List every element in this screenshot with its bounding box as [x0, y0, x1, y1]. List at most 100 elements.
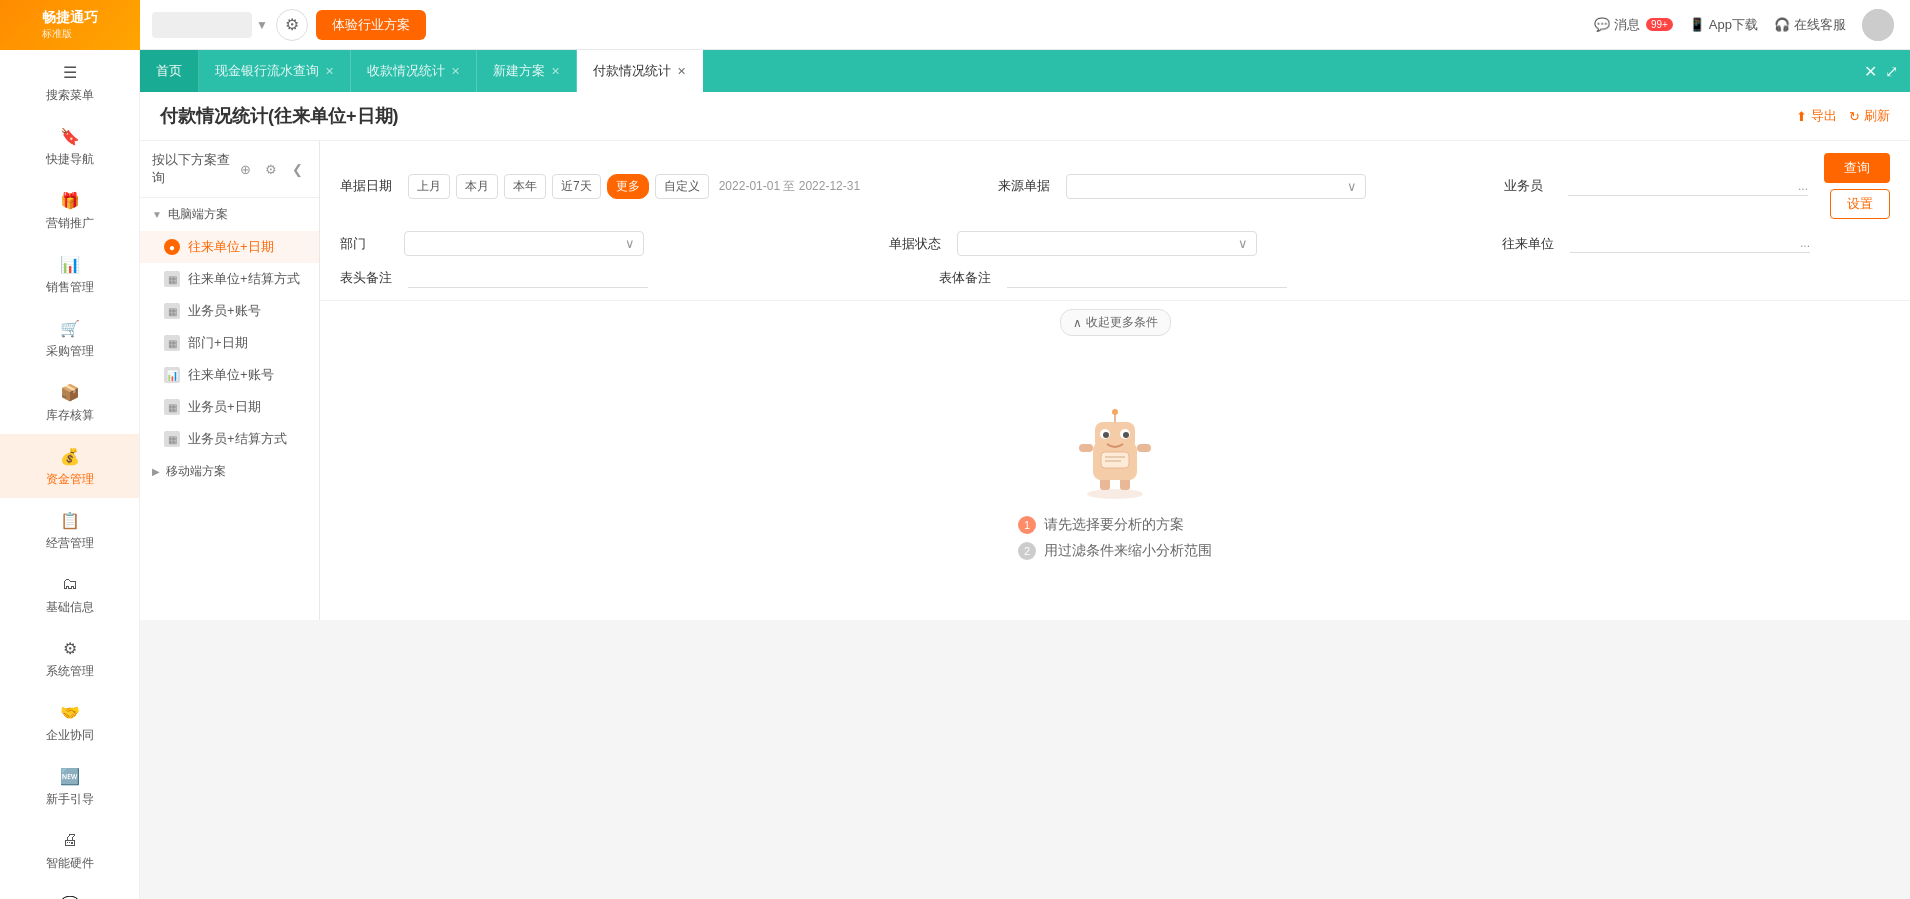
scheme-label-salesperson-account: 业务员+账号: [188, 302, 261, 320]
export-button[interactable]: ⬆ 导出: [1796, 107, 1837, 125]
date-btn-more[interactable]: 更多: [607, 174, 649, 199]
desktop-section-label: 电脑端方案: [168, 206, 228, 223]
sidebar-item-quick-nav[interactable]: 🔖 快捷导航: [0, 114, 139, 178]
panel-header-icons: ⊕ ⚙ ❮: [235, 159, 307, 179]
page-header: 付款情况统计(往来单位+日期) ⬆ 导出 ↻ 刷新: [140, 92, 1910, 141]
scheme-icon-salesperson-settle: ▦: [164, 431, 180, 447]
scheme-item-salesperson-settle[interactable]: ▦ 业务员+结算方式: [140, 423, 319, 455]
sidebar-item-wechat[interactable]: 💬 企业微信: [0, 882, 139, 899]
tab-payments[interactable]: 付款情况统计 ✕: [577, 50, 703, 92]
sidebar-item-capital[interactable]: 💰 资金管理: [0, 434, 139, 498]
source-bill-chevron-icon: ∨: [1347, 179, 1357, 194]
query-button[interactable]: 查询: [1824, 153, 1890, 183]
sidebar-item-inventory[interactable]: 📦 库存核算: [0, 370, 139, 434]
panel-add-button[interactable]: ⊕: [235, 159, 255, 179]
marketing-icon: 🎁: [58, 188, 82, 212]
bill-status-select[interactable]: ∨: [957, 231, 1257, 256]
dept-chevron-icon: ∨: [625, 236, 635, 251]
try-industry-button[interactable]: 体验行业方案: [316, 10, 426, 40]
counter-unit-input-area: ...: [1570, 234, 1810, 253]
desktop-section-header[interactable]: ▼ 电脑端方案: [140, 198, 319, 231]
tab-new-scheme-close-icon[interactable]: ✕: [551, 65, 560, 78]
sidebar-item-system[interactable]: ⚙ 系统管理: [0, 626, 139, 690]
workspace-selector[interactable]: ▼: [152, 12, 268, 38]
empty-state: 1 请先选择要分析的方案 2 用过滤条件来缩小分析范围: [320, 344, 1910, 620]
sidebar-item-label-system: 系统管理: [46, 663, 94, 680]
sidebar-item-basic-info[interactable]: 🗂 基础信息: [0, 562, 139, 626]
panel-settings-button[interactable]: ⚙: [261, 159, 281, 179]
salesperson-input-area: ...: [1568, 177, 1808, 196]
scheme-icon-salesperson-account: ▦: [164, 303, 180, 319]
collapse-bar: ∧ 收起更多条件: [320, 300, 1910, 344]
tab-bank[interactable]: 现金银行流水查询 ✕: [199, 50, 351, 92]
main-content: 首页 现金银行流水查询 ✕ 收款情况统计 ✕ 新建方案 ✕ 付款情况统计 ✕ ✕…: [140, 50, 1910, 899]
tab-home[interactable]: 首页: [140, 50, 199, 92]
tab-bank-close-icon[interactable]: ✕: [325, 65, 334, 78]
guide-icon: 🆕: [58, 764, 82, 788]
tab-new-scheme[interactable]: 新建方案 ✕: [477, 50, 577, 92]
date-btn-last-month[interactable]: 上月: [408, 174, 450, 199]
scheme-item-dept-date[interactable]: ▦ 部门+日期: [140, 327, 319, 359]
panel-collapse-button[interactable]: ❮: [287, 159, 307, 179]
download-icon: 📱: [1689, 17, 1705, 32]
date-btn-custom[interactable]: 自定义: [655, 174, 709, 199]
collapse-button[interactable]: ∧ 收起更多条件: [1060, 309, 1171, 336]
sidebar-item-search-menu[interactable]: ☰ 搜索菜单: [0, 50, 139, 114]
mobile-section-header[interactable]: ▶ 移动端方案: [140, 455, 319, 488]
user-avatar[interactable]: [1862, 9, 1894, 41]
tab-receipts-label: 收款情况统计: [367, 62, 445, 80]
table-body-remark-label: 表体备注: [939, 269, 991, 287]
date-btn-this-year[interactable]: 本年: [504, 174, 546, 199]
table-body-remark-input[interactable]: [1007, 268, 1287, 288]
salesperson-dots[interactable]: ...: [1798, 179, 1808, 193]
sidebar-item-purchase[interactable]: 🛒 采购管理: [0, 306, 139, 370]
top-middle: ▼ ⚙ 体验行业方案: [140, 9, 1594, 41]
sidebar-item-marketing[interactable]: 🎁 营销推广: [0, 178, 139, 242]
counter-unit-dots[interactable]: ...: [1800, 236, 1810, 250]
tab-receipts[interactable]: 收款情况统计 ✕: [351, 50, 477, 92]
bill-status-label: 单据状态: [889, 235, 941, 253]
top-right-actions: 💬 消息 99+ 📱 App下载 🎧 在线客服: [1594, 9, 1910, 41]
scheme-label-salesperson-settle: 业务员+结算方式: [188, 430, 287, 448]
collapse-label: 收起更多条件: [1086, 314, 1158, 331]
source-bill-select[interactable]: ∨: [1066, 174, 1366, 199]
tab-fullscreen-icon[interactable]: ⤢: [1885, 62, 1898, 81]
sidebar-item-guide[interactable]: 🆕 新手引导: [0, 754, 139, 818]
desktop-section-arrow-icon: ▼: [152, 209, 162, 220]
tab-close-all-icon[interactable]: ✕: [1864, 62, 1877, 81]
date-btn-this-month[interactable]: 本月: [456, 174, 498, 199]
filter-row-3: 表头备注 表体备注: [340, 268, 1890, 288]
tip-num-2: 2: [1018, 542, 1036, 560]
dept-select[interactable]: ∨: [404, 231, 644, 256]
refresh-icon: ↻: [1849, 109, 1860, 124]
purchase-icon: 🛒: [58, 316, 82, 340]
quick-nav-icon: 🔖: [58, 124, 82, 148]
workspace-name: [152, 12, 252, 38]
refresh-button[interactable]: ↻ 刷新: [1849, 107, 1890, 125]
message-button[interactable]: 💬 消息 99+: [1594, 16, 1673, 34]
scheme-item-salesperson-date[interactable]: ▦ 业务员+日期: [140, 391, 319, 423]
date-btn-last-7days[interactable]: 近7天: [552, 174, 601, 199]
sidebar-item-enterprise[interactable]: 🤝 企业协同: [0, 690, 139, 754]
export-icon: ⬆: [1796, 109, 1807, 124]
query-buttons-area: 查询 设置: [1824, 153, 1890, 219]
scheme-label-counter-unit-date: 往来单位+日期: [188, 238, 274, 256]
app-download-button[interactable]: 📱 App下载: [1689, 16, 1758, 34]
tab-bank-label: 现金银行流水查询: [215, 62, 319, 80]
message-badge: 99+: [1646, 18, 1673, 31]
scheme-item-salesperson-account[interactable]: ▦ 业务员+账号: [140, 295, 319, 327]
scheme-item-counter-unit-settle[interactable]: ▦ 往来单位+结算方式: [140, 263, 319, 295]
online-service-button[interactable]: 🎧 在线客服: [1774, 16, 1846, 34]
scheme-item-counter-unit-account[interactable]: 📊 往来单位+账号: [140, 359, 319, 391]
filter-area: 单据日期 上月 本月 本年 近7天 更多 自定义 2022-01-01 至 20…: [320, 141, 1910, 300]
top-settings-button[interactable]: ⚙: [276, 9, 308, 41]
table-head-remark-input[interactable]: [408, 268, 648, 288]
filter-settings-button[interactable]: 设置: [1830, 189, 1890, 219]
sidebar-item-hardware[interactable]: 🖨 智能硬件: [0, 818, 139, 882]
tab-receipts-close-icon[interactable]: ✕: [451, 65, 460, 78]
sidebar-item-sales[interactable]: 📊 销售管理: [0, 242, 139, 306]
scheme-item-counter-unit-date[interactable]: ● 往来单位+日期: [140, 231, 319, 263]
sidebar-item-operations[interactable]: 📋 经营管理: [0, 498, 139, 562]
tab-payments-close-icon[interactable]: ✕: [677, 65, 686, 78]
sidebar-item-label-guide: 新手引导: [46, 791, 94, 808]
